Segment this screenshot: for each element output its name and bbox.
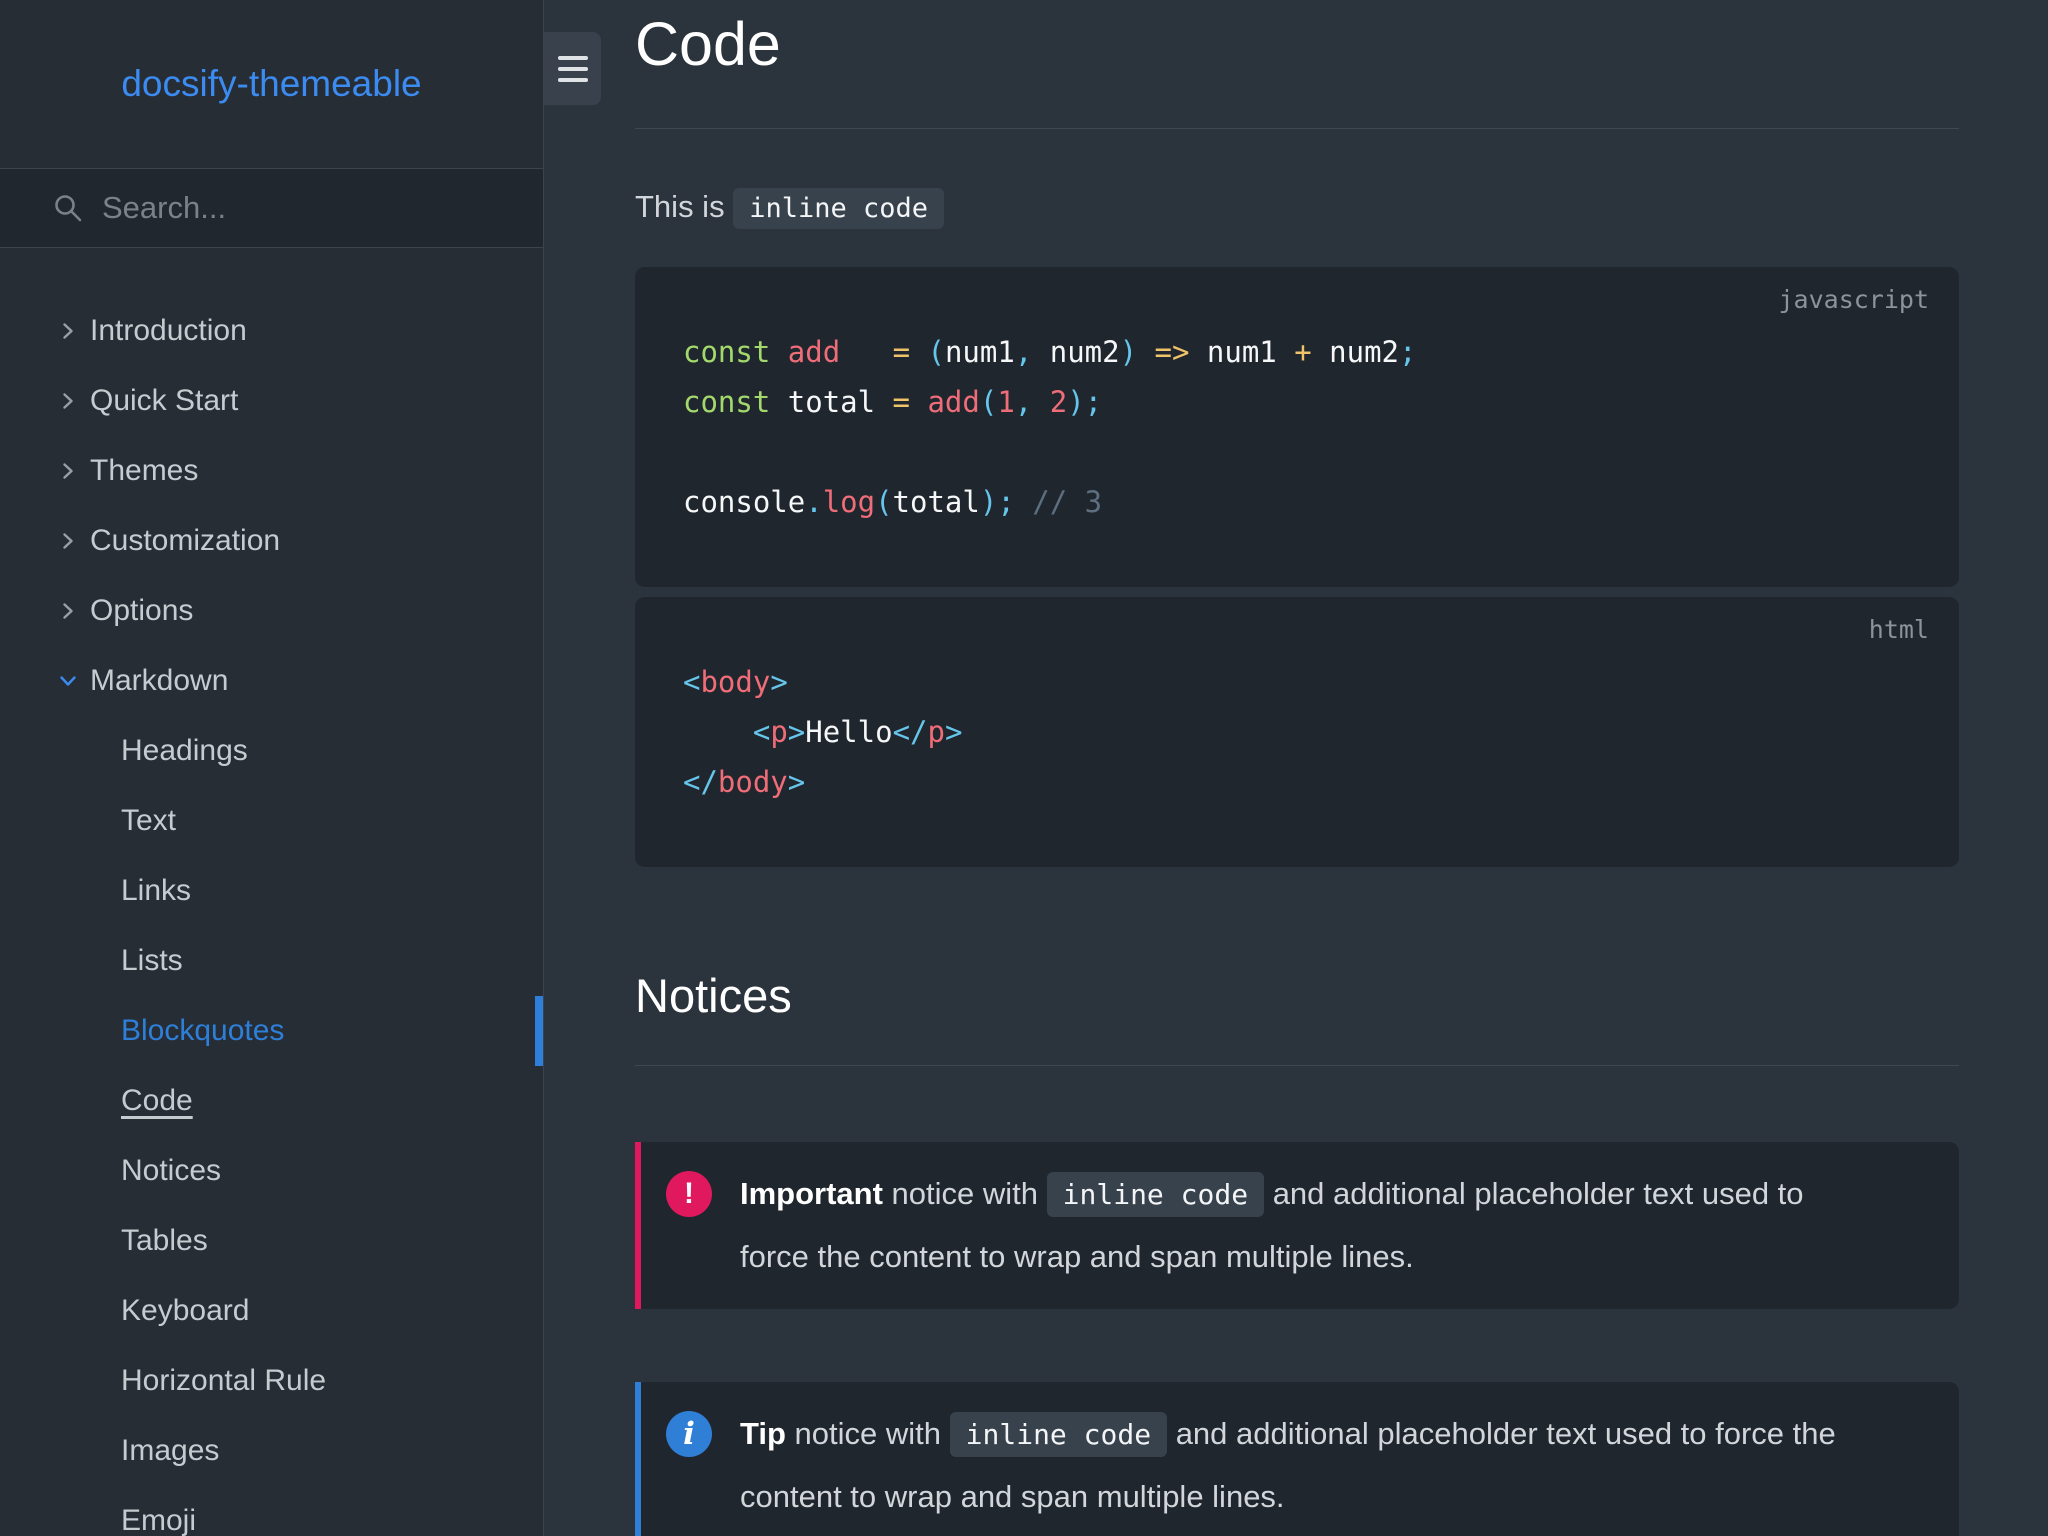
sidebar: docsify-themeable Introduction Quick Star… xyxy=(0,0,544,1536)
app-window: docsify-themeable Introduction Quick Star… xyxy=(0,0,2048,1536)
search-input[interactable] xyxy=(102,190,513,226)
sidebar-item-markdown[interactable]: Markdown xyxy=(0,646,543,716)
sidebar-item-blockquotes[interactable]: Blockquotes xyxy=(0,996,543,1066)
code-blocks: javascript const add = (num1, num2) => nu… xyxy=(635,267,1959,867)
sidebar-item-introduction[interactable]: Introduction xyxy=(0,296,543,366)
divider xyxy=(635,128,1959,129)
chevron-right-icon xyxy=(56,459,90,483)
sidebar-item-label: Images xyxy=(121,1434,219,1468)
sidebar-item-headings[interactable]: Headings xyxy=(0,716,543,786)
sidebar-item-label: Options xyxy=(90,594,193,628)
sidebar-item-label: Headings xyxy=(121,734,248,768)
sidebar-item-quick-start[interactable]: Quick Start xyxy=(0,366,543,436)
sidebar-item-label: Themes xyxy=(90,454,198,488)
info-icon: i xyxy=(666,1411,712,1457)
chevron-right-icon xyxy=(56,389,90,413)
sidebar-item-label: Links xyxy=(121,874,191,908)
notice-accent-bar xyxy=(635,1142,641,1309)
sidebar-item-horizontal-rule[interactable]: Horizontal Rule xyxy=(0,1346,543,1416)
inline-code-chip: inline code xyxy=(733,188,944,229)
sidebar-item-label: Notices xyxy=(121,1154,221,1188)
inline-code-chip: inline code xyxy=(950,1412,1167,1457)
sidebar-item-themes[interactable]: Themes xyxy=(0,436,543,506)
sidebar-item-label: Blockquotes xyxy=(121,1014,284,1048)
sidebar-item-label: Keyboard xyxy=(121,1294,249,1328)
code-block-javascript: javascript const add = (num1, num2) => nu… xyxy=(635,267,1959,587)
sidebar-header: docsify-themeable xyxy=(0,0,543,168)
sidebar-item-label: Customization xyxy=(90,524,280,558)
code-language-label: javascript xyxy=(1778,285,1929,314)
sidebar-item-label: Lists xyxy=(121,944,183,978)
sidebar-item-label: Quick Start xyxy=(90,384,238,418)
intro-text: This is xyxy=(635,189,733,224)
notices: ! Important notice with inline code and a… xyxy=(635,1142,1959,1536)
search-icon xyxy=(52,192,84,224)
sidebar-item-notices[interactable]: Notices xyxy=(0,1136,543,1206)
exclamation-icon: ! xyxy=(666,1171,712,1217)
active-page-indicator xyxy=(535,996,543,1066)
sidebar-item-label: Tables xyxy=(121,1224,208,1258)
inline-code-chip: inline code xyxy=(1047,1172,1264,1217)
sidebar-item-code[interactable]: Code xyxy=(0,1066,543,1136)
sidebar-item-label: Emoji xyxy=(121,1504,196,1536)
sidebar-item-label: Horizontal Rule xyxy=(121,1364,326,1398)
main-content: Code This is inline code javascript const… xyxy=(544,0,2048,1536)
code-text: const add = (num1, num2) => num1 + num2;… xyxy=(683,327,1911,527)
chevron-down-icon xyxy=(56,669,90,693)
chevron-right-icon xyxy=(56,319,90,343)
intro-paragraph: This is inline code xyxy=(635,185,1959,231)
notice-important: ! Important notice with inline code and a… xyxy=(635,1142,1959,1309)
sidebar-item-label: Text xyxy=(121,804,176,838)
search-box[interactable] xyxy=(0,168,543,248)
sidebar-item-keyboard[interactable]: Keyboard xyxy=(0,1276,543,1346)
code-text: <body> <p>Hello</p> </body> xyxy=(683,657,1911,807)
sidebar-item-customization[interactable]: Customization xyxy=(0,506,543,576)
sidebar-toggle-button[interactable] xyxy=(544,32,601,105)
notice-tip: i Tip notice with inline code and additio… xyxy=(635,1382,1959,1536)
sidebar-nav: Introduction Quick Start Themes Customizati… xyxy=(0,248,543,1536)
chevron-right-icon xyxy=(56,529,90,553)
notice-text: Important notice with inline code and ad… xyxy=(740,1163,1860,1288)
sidebar-item-options[interactable]: Options xyxy=(0,576,543,646)
code-language-label: html xyxy=(1869,615,1929,644)
notice-accent-bar xyxy=(635,1382,641,1536)
hamburger-icon xyxy=(558,56,588,60)
sidebar-item-label: Code xyxy=(121,1084,193,1118)
page-content: Code This is inline code javascript const… xyxy=(544,0,2048,1536)
page-title: Code xyxy=(635,14,1959,75)
section-heading: Notices xyxy=(635,970,1959,1022)
sidebar-item-links[interactable]: Links xyxy=(0,856,543,926)
sidebar-item-label: Markdown xyxy=(90,664,228,698)
sidebar-item-tables[interactable]: Tables xyxy=(0,1206,543,1276)
notice-text: Tip notice with inline code and addition… xyxy=(740,1403,1860,1528)
sidebar-item-text[interactable]: Text xyxy=(0,786,543,856)
sidebar-item-label: Introduction xyxy=(90,314,247,348)
sidebar-item-lists[interactable]: Lists xyxy=(0,926,543,996)
sidebar-item-images[interactable]: Images xyxy=(0,1416,543,1486)
divider xyxy=(635,1065,1959,1066)
sidebar-item-emoji[interactable]: Emoji xyxy=(0,1486,543,1536)
code-block-html: html <body> <p>Hello</p> </body> xyxy=(635,597,1959,867)
chevron-right-icon xyxy=(56,599,90,623)
app-title-link[interactable]: docsify-themeable xyxy=(121,63,421,105)
